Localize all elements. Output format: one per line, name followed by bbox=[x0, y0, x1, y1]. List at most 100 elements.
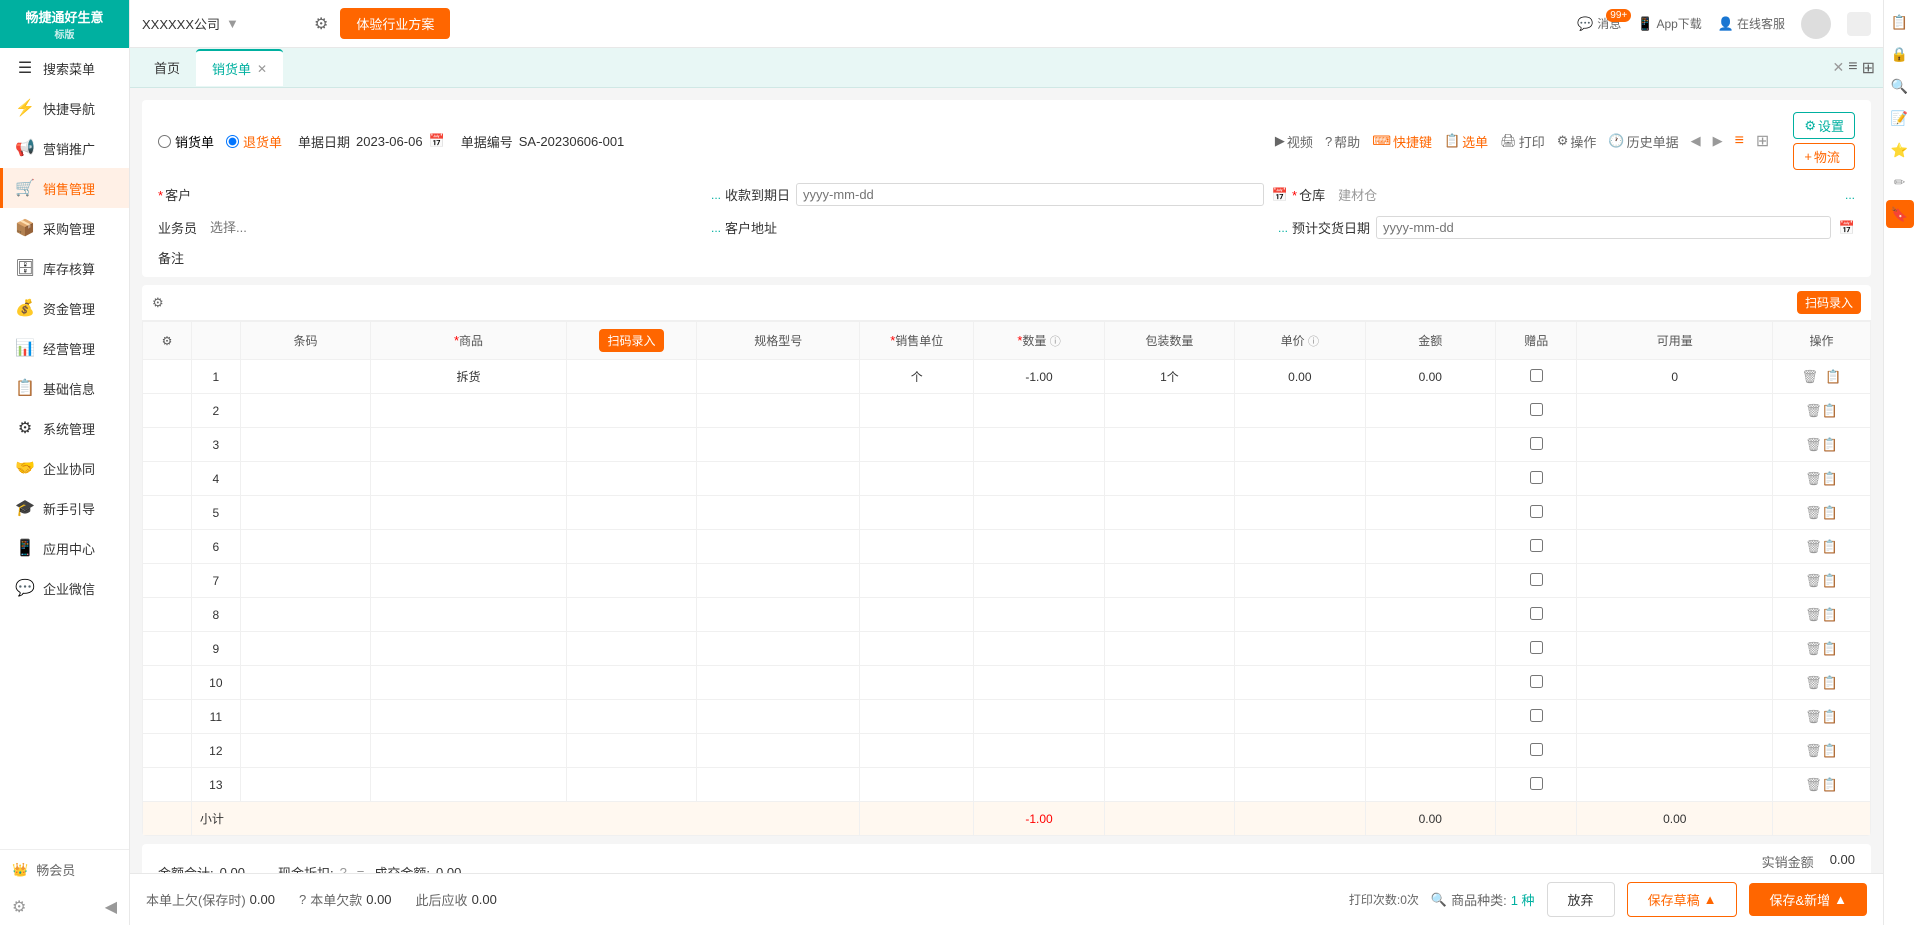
settings-button[interactable]: ⚙ 设置 bbox=[1793, 112, 1855, 139]
gift-checkbox-1[interactable] bbox=[1530, 369, 1543, 382]
view-list-icon[interactable]: ≡ bbox=[1735, 132, 1744, 150]
gift-checkbox-5[interactable] bbox=[1530, 505, 1543, 518]
copy-icon[interactable]: 📋 bbox=[1822, 675, 1838, 690]
table-settings-icon[interactable]: ⚙ bbox=[152, 295, 164, 311]
panel-icon-6[interactable]: ✏ bbox=[1886, 168, 1914, 196]
panel-icon-5[interactable]: ⭐ bbox=[1886, 136, 1914, 164]
delete-icon[interactable]: 🗑 bbox=[1805, 743, 1822, 758]
sidebar-item-basic-info[interactable]: 📋 基础信息 bbox=[0, 368, 129, 408]
panel-icon-7[interactable]: 🔖 bbox=[1886, 200, 1914, 228]
customer-addr-input[interactable] bbox=[783, 216, 1270, 239]
online-service-button[interactable]: 👤 在线客服 bbox=[1718, 15, 1785, 32]
sidebar-item-system[interactable]: ⚙ 系统管理 bbox=[0, 408, 129, 448]
discount-help-icon[interactable]: ? bbox=[340, 865, 347, 874]
delete-icon[interactable]: 🗑 bbox=[1805, 539, 1822, 554]
panel-icon-2[interactable]: 🔒 bbox=[1886, 40, 1914, 68]
trial-button[interactable]: 体验行业方案 bbox=[340, 8, 450, 39]
gift-checkbox-8[interactable] bbox=[1530, 607, 1543, 620]
sidebar-item-appstore[interactable]: 📱 应用中心 bbox=[0, 528, 129, 568]
nav-prev-icon[interactable]: ◀ bbox=[1691, 133, 1701, 149]
expected-date-calendar-icon[interactable]: 📅 bbox=[1839, 220, 1855, 236]
date-calendar-icon[interactable]: 📅 bbox=[429, 133, 445, 149]
view-grid-icon[interactable]: ⊞ bbox=[1756, 131, 1769, 151]
tab-close-icon[interactable]: ✕ bbox=[257, 62, 267, 76]
sidebar-item-finance[interactable]: 💰 资金管理 bbox=[0, 288, 129, 328]
copy-row-icon[interactable]: 📋 bbox=[1825, 369, 1841, 384]
customer-dots[interactable]: ... bbox=[711, 188, 721, 202]
collapse-icon[interactable]: ◀ bbox=[105, 897, 117, 917]
select-action[interactable]: 📋 选单 bbox=[1444, 132, 1488, 151]
sidebar-item-purchase[interactable]: 📦 采购管理 bbox=[0, 208, 129, 248]
gift-checkbox-3[interactable] bbox=[1530, 437, 1543, 450]
delete-icon[interactable]: 🗑 bbox=[1805, 471, 1822, 486]
goods-type-info[interactable]: 🔍 商品种类: 1 种 bbox=[1431, 890, 1535, 909]
gift-checkbox-10[interactable] bbox=[1530, 675, 1543, 688]
gift-checkbox-2[interactable] bbox=[1530, 403, 1543, 416]
warehouse-dots[interactable]: ... bbox=[1845, 188, 1855, 202]
gift-checkbox-6[interactable] bbox=[1530, 539, 1543, 552]
delete-icon[interactable]: 🗑 bbox=[1805, 573, 1822, 588]
delete-icon[interactable]: 🗑 bbox=[1805, 777, 1822, 792]
panel-icon-4[interactable]: 📝 bbox=[1886, 104, 1914, 132]
app-download-button[interactable]: 📱 App下载 bbox=[1637, 15, 1702, 32]
copy-icon[interactable]: 📋 bbox=[1822, 471, 1838, 486]
sidebar-item-marketing[interactable]: 📢 营销推广 bbox=[0, 128, 129, 168]
panel-icon-3[interactable]: 🔍 bbox=[1886, 72, 1914, 100]
expected-date-input[interactable] bbox=[1376, 216, 1831, 239]
gift-checkbox-13[interactable] bbox=[1530, 777, 1543, 790]
sidebar-item-search[interactable]: ☰ 搜索菜单 bbox=[0, 48, 129, 88]
save-draft-button[interactable]: 保存草稿 ▲ bbox=[1627, 882, 1738, 917]
delete-icon[interactable]: 🗑 bbox=[1805, 403, 1822, 418]
notes-input[interactable] bbox=[192, 246, 1855, 269]
question-icon[interactable]: ? bbox=[299, 892, 306, 907]
sidebar-item-inventory[interactable]: 🗄 库存核算 bbox=[0, 248, 129, 288]
abandon-button[interactable]: 放弃 bbox=[1547, 882, 1615, 917]
gift-checkbox-9[interactable] bbox=[1530, 641, 1543, 654]
salesman-dots[interactable]: ... bbox=[711, 221, 721, 235]
gift-checkbox-12[interactable] bbox=[1530, 743, 1543, 756]
operate-action[interactable]: ⚙ 操作 bbox=[1557, 132, 1597, 151]
settings-bottom-icon[interactable]: ⚙ bbox=[12, 897, 26, 917]
tab-grid-icon[interactable]: ⊞ bbox=[1862, 58, 1875, 78]
company-selector[interactable]: XXXXXX公司 ▼ bbox=[142, 14, 302, 33]
sidebar-item-member[interactable]: 👑 畅会员 bbox=[0, 850, 129, 889]
sidebar-item-sales[interactable]: 🛒 销售管理 bbox=[0, 168, 129, 208]
tab-list-icon[interactable]: ≡ bbox=[1848, 58, 1857, 78]
copy-icon[interactable]: 📋 bbox=[1822, 607, 1838, 622]
copy-icon[interactable]: 📋 bbox=[1822, 539, 1838, 554]
sidebar-item-quick-nav[interactable]: ⚡ 快捷导航 bbox=[0, 88, 129, 128]
settings-icon[interactable]: ⚙ bbox=[314, 14, 328, 34]
delete-icon[interactable]: 🗑 bbox=[1805, 607, 1822, 622]
copy-icon[interactable]: 📋 bbox=[1822, 777, 1838, 792]
save-new-button[interactable]: 保存&新增 ▲ bbox=[1749, 883, 1867, 916]
logistics-button[interactable]: + 物流 bbox=[1793, 143, 1855, 170]
customer-input[interactable] bbox=[197, 183, 703, 206]
copy-icon[interactable]: 📋 bbox=[1822, 403, 1838, 418]
message-button[interactable]: 💬 消息 99+ bbox=[1577, 15, 1621, 32]
print-action[interactable]: 🖨 打印 bbox=[1500, 132, 1545, 151]
col-scan-btn-header[interactable]: 扫码录入 bbox=[566, 322, 696, 360]
payment-due-input[interactable] bbox=[796, 183, 1264, 206]
tab-home[interactable]: 首页 bbox=[138, 50, 196, 85]
history-action[interactable]: 🕐 历史单据 bbox=[1608, 132, 1678, 151]
copy-icon[interactable]: 📋 bbox=[1822, 709, 1838, 724]
copy-icon[interactable]: 📋 bbox=[1822, 641, 1838, 656]
gift-checkbox-4[interactable] bbox=[1530, 471, 1543, 484]
copy-icon[interactable]: 📋 bbox=[1822, 743, 1838, 758]
help-action[interactable]: ? 帮助 bbox=[1325, 132, 1360, 151]
customer-addr-dots[interactable]: ... bbox=[1278, 221, 1288, 235]
delete-icon[interactable]: 🗑 bbox=[1805, 641, 1822, 656]
delete-icon[interactable]: 🗑 bbox=[1805, 675, 1822, 690]
delete-icon[interactable]: 🗑 bbox=[1805, 709, 1822, 724]
copy-icon[interactable]: 📋 bbox=[1822, 505, 1838, 520]
nav-next-icon[interactable]: ▶ bbox=[1713, 133, 1723, 149]
delete-icon[interactable]: 🗑 bbox=[1805, 437, 1822, 452]
panel-icon-1[interactable]: 📋 bbox=[1886, 8, 1914, 36]
gift-checkbox-7[interactable] bbox=[1530, 573, 1543, 586]
close-all-tabs-icon[interactable]: ✕ bbox=[1833, 59, 1845, 76]
sidebar-item-guide[interactable]: 🎓 新手引导 bbox=[0, 488, 129, 528]
payment-due-calendar-icon[interactable]: 📅 bbox=[1272, 187, 1288, 203]
radio-return-order[interactable]: 退货单 bbox=[226, 132, 282, 151]
gift-checkbox-11[interactable] bbox=[1530, 709, 1543, 722]
warehouse-input[interactable] bbox=[1331, 183, 1837, 206]
